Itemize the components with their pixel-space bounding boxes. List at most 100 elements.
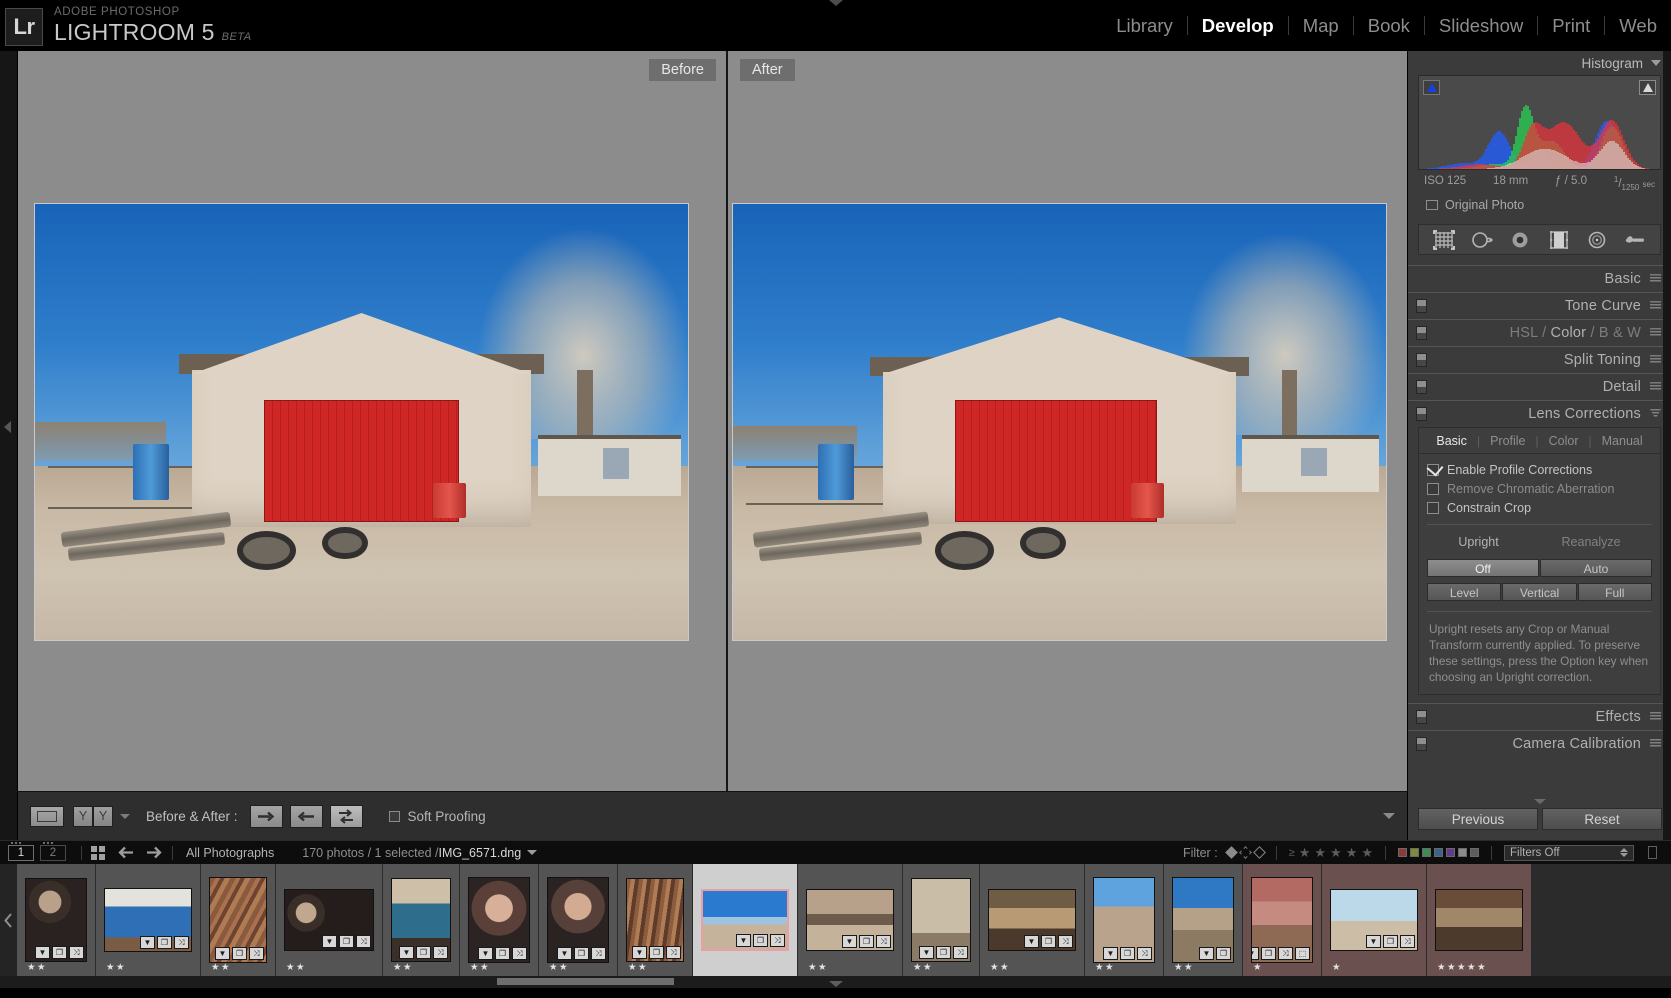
filmstrip-cell[interactable]: ▼❐⤨★★ (539, 864, 618, 976)
flag-unflagged-icon[interactable] (1239, 846, 1252, 859)
flag-rejected-icon[interactable] (1253, 846, 1266, 859)
filmstrip-cell[interactable]: ▼❐⤨★★ (1085, 864, 1164, 976)
thumbnail-rating[interactable]: ★★ (286, 962, 306, 973)
current-filename-label[interactable]: IMG_6571.dng (438, 846, 521, 860)
collection-badge-icon[interactable]: ❐ (574, 947, 589, 960)
flag-badge-icon[interactable]: ▼ (1199, 947, 1214, 960)
histogram-chevron-down-icon[interactable] (1651, 60, 1661, 66)
thumb-riders[interactable]: ▼❐ (1172, 877, 1234, 963)
filter-star-4[interactable]: ★ (1346, 845, 1358, 861)
flag-badge-icon[interactable]: ▼ (399, 946, 414, 959)
show-left-panel-arrow-icon[interactable] (4, 421, 11, 433)
flag-badge-icon[interactable]: ▼ (35, 946, 50, 959)
thumbnail-rating[interactable]: ★★ (27, 962, 47, 973)
shadow-clipping-indicator[interactable] (1423, 80, 1440, 95)
module-map[interactable]: Map (1289, 15, 1353, 37)
chevron-collapsed-icon[interactable] (1650, 712, 1661, 722)
chevron-collapsed-icon[interactable] (1650, 328, 1661, 338)
checkbox[interactable] (1427, 464, 1439, 476)
image-canvas[interactable]: Before (18, 51, 1407, 840)
flag-badge-icon[interactable]: ▼ (1251, 947, 1259, 960)
thumbnail-rating[interactable]: ★★ (549, 962, 569, 973)
develop-badge-icon[interactable]: ⤨ (1058, 935, 1073, 948)
panel-header-split-toning[interactable]: Split Toning (1408, 346, 1671, 373)
loupe-view-button[interactable] (30, 806, 64, 827)
chevron-collapsed-icon[interactable] (1650, 274, 1661, 284)
chevron-collapsed-icon[interactable] (1650, 301, 1661, 311)
flag-badge-icon[interactable]: ▼ (1024, 935, 1039, 948)
reset-button[interactable]: Reset (1542, 808, 1662, 830)
spot-removal-tool-icon[interactable] (1471, 230, 1493, 250)
collection-badge-icon[interactable]: ❐ (649, 946, 664, 959)
lens-tab-profile[interactable]: Profile (1486, 434, 1529, 448)
flag-badge-icon[interactable]: ▼ (215, 947, 230, 960)
develop-badge-icon[interactable]: ⤨ (249, 947, 264, 960)
flag-badge-icon[interactable]: ▼ (557, 947, 572, 960)
flag-badge-icon[interactable]: ▼ (322, 935, 337, 948)
color-label-swatch-5[interactable] (1446, 848, 1455, 857)
thumb-cowboy-hat-a[interactable]: ▼❐⤨ (1093, 877, 1155, 963)
upright-off-button[interactable]: Off (1427, 559, 1539, 577)
develop-badge-icon[interactable]: ⤨ (512, 947, 527, 960)
checkbox-row-enable-profile-corrections[interactable]: Enable Profile Corrections (1427, 460, 1652, 479)
thumb-red-barn-gate[interactable]: ▼❐⤨ (1330, 889, 1418, 951)
thumb-portrait-b[interactable]: ▼❐⤨ (547, 877, 609, 963)
collection-badge-icon[interactable]: ❐ (936, 946, 951, 959)
filmstrip-cell[interactable]: ▼❐⤨★★ (618, 864, 693, 976)
collection-badge-icon[interactable]: ❐ (157, 936, 172, 949)
filmstrip-scroll-left-button[interactable] (0, 864, 17, 976)
hide-filmstrip-chevron-icon[interactable] (829, 981, 843, 987)
chevron-collapsed-icon[interactable] (1650, 355, 1661, 365)
thumb-portrait-a[interactable]: ▼❐⤨ (468, 877, 530, 963)
panel-title-part[interactable]: / (1590, 325, 1598, 341)
filename-chevron-down-icon[interactable] (527, 850, 537, 855)
thumbnail-rating[interactable]: ★★ (913, 962, 933, 973)
display-2-button[interactable]: 2 (40, 845, 66, 861)
filmstrip-cell[interactable]: ▼❐⤨ ★ (1322, 864, 1427, 976)
flag-badge-icon[interactable]: ▼ (140, 936, 155, 949)
panel-enable-switch[interactable] (1416, 353, 1427, 367)
collection-badge-icon[interactable]: ❐ (495, 947, 510, 960)
collection-badge-icon[interactable]: ❐ (1041, 935, 1056, 948)
thumb-barn-interior[interactable]: ▼❐⤨ (911, 878, 971, 962)
filmstrip-cell[interactable]: ▼❐⤨★★ (96, 864, 201, 976)
thumb-boots-desert[interactable]: ▼❐⤨ (806, 889, 894, 951)
filmstrip-cell[interactable]: ▼❐⤨★★ (17, 864, 96, 976)
develop-badge-icon[interactable]: ⤨ (770, 934, 785, 947)
flag-badge-icon[interactable]: ▼ (632, 946, 647, 959)
panel-header-basic[interactable]: Basic (1408, 265, 1671, 292)
adjustment-brush-tool-icon[interactable] (1624, 230, 1646, 250)
module-slideshow[interactable]: Slideshow (1425, 15, 1537, 37)
filmstrip-scroll-thumb[interactable] (497, 978, 674, 985)
color-label-swatch-3[interactable] (1422, 848, 1431, 857)
color-label-swatch-4[interactable] (1434, 848, 1443, 857)
thumbnail-rating[interactable]: ★ (1332, 962, 1342, 973)
checkbox[interactable] (1427, 502, 1439, 514)
develop-badge-icon[interactable]: ⤨ (356, 935, 371, 948)
checkbox-row-remove-chromatic-aberration[interactable]: Remove Chromatic Aberration (1427, 479, 1652, 498)
before-photo[interactable] (34, 203, 689, 641)
develop-badge-icon[interactable]: ⤨ (876, 935, 891, 948)
panel-header-effects[interactable]: Effects (1408, 703, 1671, 730)
rating-operator-icon[interactable]: ≥ (1289, 847, 1295, 859)
panel-header-camera-calibration[interactable]: Camera Calibration (1408, 730, 1671, 757)
thumbnail-rating[interactable]: ★★ (628, 962, 648, 973)
swap-before-after-button[interactable] (330, 805, 363, 828)
crop-overlay-tool-icon[interactable] (1433, 230, 1455, 250)
develop-badge-icon[interactable]: ⤨ (1400, 935, 1415, 948)
copy-settings-left-button[interactable] (290, 805, 323, 828)
filmstrip-cell[interactable]: ▼❐⤨ (693, 864, 798, 976)
filmstrip-cell[interactable]: ▼❐⤨ ★★ (276, 864, 383, 976)
panel-title-part[interactable]: B & W (1599, 325, 1641, 341)
hide-topbar-chevron-icon[interactable] (829, 0, 843, 6)
graduated-filter-tool-icon[interactable] (1548, 230, 1570, 250)
flag-badge-icon[interactable]: ▼ (478, 947, 493, 960)
histogram-header[interactable]: Histogram (1408, 51, 1671, 75)
red-eye-tool-icon[interactable] (1509, 230, 1531, 250)
thumbnail-rating[interactable]: ★★ (990, 962, 1010, 973)
thumbnail-rating[interactable]: ★★ (1174, 962, 1194, 973)
panel-header-tone-curve[interactable]: Tone Curve (1408, 292, 1671, 319)
thumb-woman-craft[interactable]: ▼❐⤨ (391, 878, 451, 962)
thumb-purple-yarn[interactable]: ▼❐⤨ (284, 889, 374, 951)
color-label-swatch-1[interactable] (1398, 848, 1407, 857)
